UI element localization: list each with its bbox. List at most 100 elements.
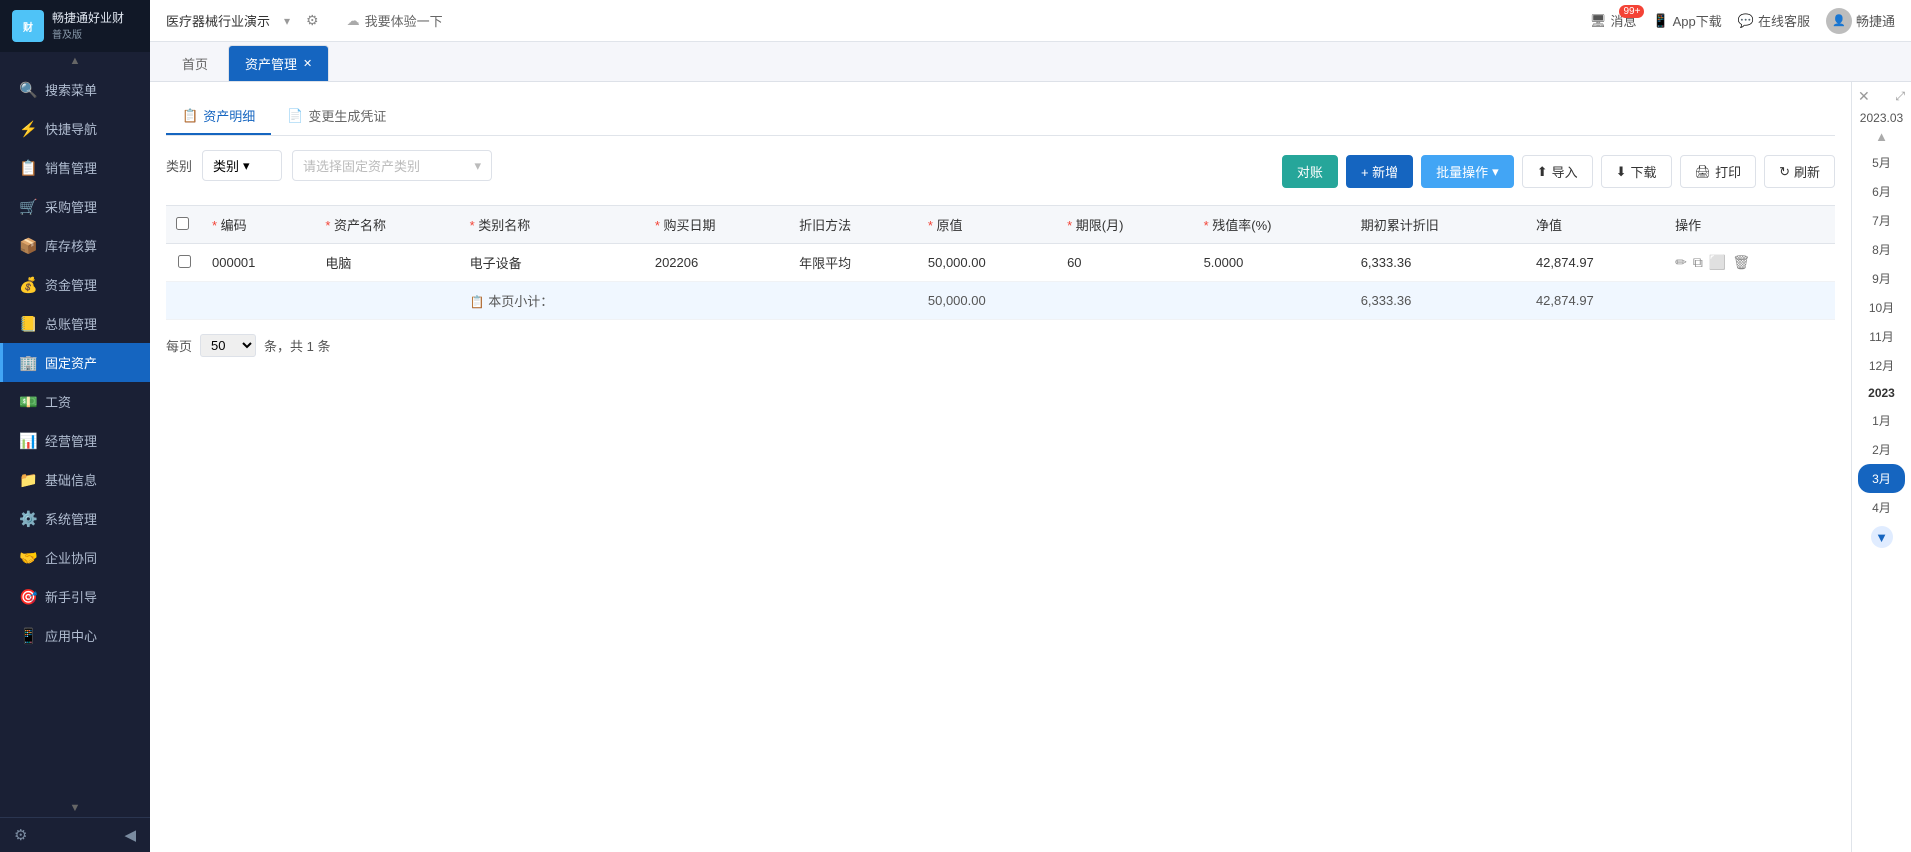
panel-months: 5月 6月 7月 8月 9月 10月 11月 12月 2023 1月 2月 3月…: [1852, 148, 1911, 522]
import-button[interactable]: ⬆ 导入: [1522, 155, 1593, 188]
tab-asset-management[interactable]: 资产管理 ✕: [228, 45, 329, 81]
quick-nav-icon: ⚡: [19, 120, 37, 138]
panel-month-3[interactable]: 3月: [1858, 464, 1905, 493]
edit-icon[interactable]: ✏: [1675, 254, 1687, 271]
subtotal-original-value: 50,000.00: [918, 282, 1057, 320]
settings-icon[interactable]: ⚙: [14, 826, 27, 844]
sidebar-item-basic-info[interactable]: 📁 基础信息: [0, 460, 150, 499]
logo-text: 畅捷通好业财: [52, 11, 124, 27]
sidebar-item-quick-nav[interactable]: ⚡ 快捷导航: [0, 109, 150, 148]
delete-icon[interactable]: 🗑: [1732, 254, 1750, 271]
subtotal-init-accum-depreciation: 6,333.36: [1351, 282, 1526, 320]
logo-area: 财 畅捷通好业财 普及版: [0, 0, 150, 52]
messages-badge: 99+: [1619, 5, 1644, 18]
more-icon[interactable]: ⬜: [1709, 254, 1726, 271]
sub-tab-asset-detail[interactable]: 📋 资产明细: [166, 98, 271, 135]
sidebar-item-fund[interactable]: 💰 资金管理: [0, 265, 150, 304]
panel-month-12[interactable]: 12月: [1852, 351, 1911, 380]
panel-month-1[interactable]: 1月: [1852, 406, 1911, 435]
user-area[interactable]: 👤 畅捷通: [1826, 8, 1895, 34]
new-button[interactable]: + 新增: [1346, 155, 1413, 188]
panel-month-10[interactable]: 10月: [1852, 293, 1911, 322]
download-button[interactable]: ⬇ 下载: [1601, 155, 1672, 188]
app-download-button[interactable]: 📱 App下载: [1652, 11, 1721, 30]
per-page-select[interactable]: 50 100: [200, 334, 256, 357]
online-service-button[interactable]: 💬 在线客服: [1738, 11, 1810, 30]
sidebar: 财 畅捷通好业财 普及版 ▲ 🔍 搜索菜单 ⚡ 快捷导航 📋 销售管理 🛒 采购…: [0, 0, 150, 852]
panel-controls: ✕ ⤢: [1852, 82, 1911, 107]
panel-month-9[interactable]: 9月: [1852, 264, 1911, 293]
batch-ops-button[interactable]: 批量操作 ▾: [1421, 155, 1514, 188]
logo-sub: 普及版: [52, 26, 124, 41]
col-term: 期限(月): [1057, 206, 1194, 244]
message-icon: 🖥: [1590, 13, 1607, 29]
app-center-icon: 📱: [19, 627, 37, 645]
panel-expand-icon[interactable]: ⤢: [1893, 87, 1907, 106]
sidebar-item-purchase[interactable]: 🛒 采购管理: [0, 187, 150, 226]
col-category: 类别名称: [460, 206, 645, 244]
collapse-sidebar-icon[interactable]: ◀: [124, 826, 136, 844]
sidebar-item-ledger[interactable]: 📒 总账管理: [0, 304, 150, 343]
sidebar-scroll-down[interactable]: ▼: [0, 799, 150, 817]
messages-button[interactable]: 🖥 消息 99+: [1590, 11, 1637, 30]
sidebar-item-sales[interactable]: 📋 销售管理: [0, 148, 150, 187]
content-area: 📋 资产明细 📄 变更生成凭证 类别 类别 ▾ 请选择固定资产: [150, 82, 1911, 852]
cell-init-accum-depreciation: 6,333.36: [1351, 244, 1526, 282]
reconcile-button[interactable]: 对账: [1282, 155, 1338, 188]
panel-scroll-down-btn[interactable]: ▼: [1871, 526, 1893, 548]
sidebar-item-payroll[interactable]: 💵 工资: [0, 382, 150, 421]
topbar-right: 🖥 消息 99+ 📱 App下载 💬 在线客服 👤 畅捷通: [1590, 8, 1895, 34]
category-dropdown-icon: ▾: [474, 158, 481, 174]
sys-mgmt-icon: ⚙️: [19, 510, 37, 528]
print-button[interactable]: 🖨 打印: [1680, 155, 1757, 188]
table-header-checkbox: [166, 206, 202, 244]
asset-table: 编码 资产名称 类别名称 购买日期 折旧方法 原值 期限(月) 残值率(%) 期…: [166, 205, 1835, 320]
panel-month-5[interactable]: 5月: [1852, 148, 1911, 177]
company-dropdown-icon[interactable]: ▾: [284, 14, 290, 28]
sidebar-scroll-up[interactable]: ▲: [0, 52, 150, 70]
sidebar-item-inventory[interactable]: 📦 库存核算: [0, 226, 150, 265]
panel-month-4[interactable]: 4月: [1852, 493, 1911, 522]
basic-info-icon: 📁: [19, 471, 37, 489]
panel-year-title: 2023.03: [1852, 107, 1911, 125]
sidebar-item-fixed-assets[interactable]: 🏢 固定资产: [0, 343, 150, 382]
panel-month-7[interactable]: 7月: [1852, 206, 1911, 235]
col-code: 编码: [202, 206, 315, 244]
cell-category: 电子设备: [460, 244, 645, 282]
panel-month-2[interactable]: 2月: [1852, 435, 1911, 464]
tab-home[interactable]: 首页: [166, 46, 224, 81]
panel-scroll-up-icon[interactable]: ▲: [1875, 125, 1888, 148]
sales-icon: 📋: [19, 159, 37, 177]
panel-month-8[interactable]: 8月: [1852, 235, 1911, 264]
category-select[interactable]: 请选择固定资产类别 ▾: [292, 150, 492, 181]
cell-purchase-date: 202206: [645, 244, 789, 282]
sidebar-item-search[interactable]: 🔍 搜索菜单: [0, 70, 150, 109]
online-service-label: 在线客服: [1758, 11, 1810, 30]
username: 畅捷通: [1856, 11, 1895, 30]
panel-month-6[interactable]: 6月: [1852, 177, 1911, 206]
cell-actions: ✏ ⧉ ⬜ 🗑: [1665, 244, 1835, 282]
batch-ops-dropdown-icon: ▾: [1492, 164, 1499, 180]
sidebar-item-sys-mgmt[interactable]: ⚙️ 系统管理: [0, 499, 150, 538]
total-label: 条，共 1 条: [264, 336, 330, 355]
inventory-icon: 📦: [19, 237, 37, 255]
topbar-gear-icon[interactable]: ⚙: [306, 12, 319, 29]
sidebar-item-corp-collab[interactable]: 🤝 企业协同: [0, 538, 150, 577]
category-type-select[interactable]: 类别 ▾: [202, 150, 282, 181]
refresh-button[interactable]: ↻ 刷新: [1764, 155, 1835, 188]
row-checkbox[interactable]: [178, 255, 191, 268]
sidebar-item-ops[interactable]: 📊 经营管理: [0, 421, 150, 460]
sidebar-item-app-center[interactable]: 📱 应用中心: [0, 616, 150, 655]
download-icon: ⬇: [1616, 164, 1627, 180]
panel-month-11[interactable]: 11月: [1852, 322, 1911, 351]
panel-close-icon[interactable]: ✕: [1856, 86, 1872, 107]
col-depreciation-method: 折旧方法: [789, 206, 918, 244]
select-all-checkbox[interactable]: [176, 217, 189, 230]
sidebar-item-guide[interactable]: 🎯 新手引导: [0, 577, 150, 616]
sub-tab-change-voucher[interactable]: 📄 变更生成凭证: [271, 98, 402, 135]
copy-icon[interactable]: ⧉: [1693, 254, 1703, 271]
pagination: 每页 50 100 条，共 1 条: [166, 334, 1835, 357]
experience-text[interactable]: 我要体验一下: [365, 11, 443, 30]
tab-close-icon[interactable]: ✕: [303, 57, 312, 70]
fixed-assets-icon: 🏢: [19, 354, 37, 372]
